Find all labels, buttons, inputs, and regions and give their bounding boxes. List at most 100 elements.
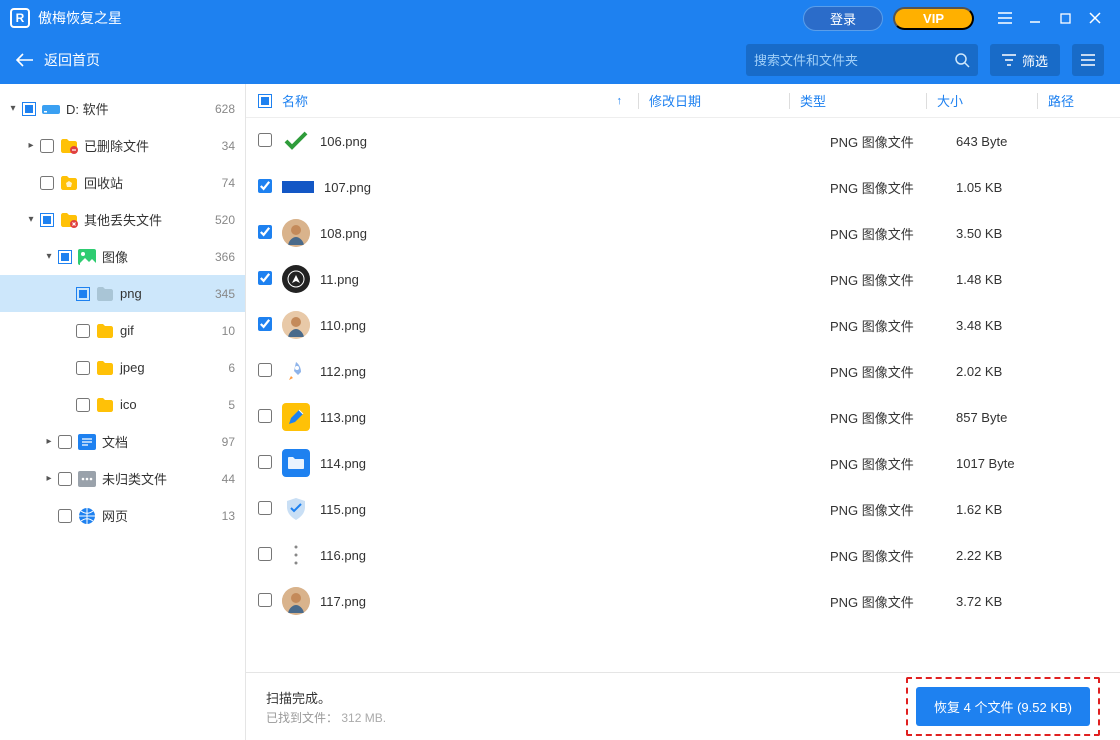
tree-checkbox[interactable] [76, 361, 90, 375]
column-size[interactable]: 大小 [937, 91, 1027, 110]
minimize-icon[interactable] [1020, 0, 1050, 36]
file-type: PNG 图像文件 [830, 178, 956, 197]
file-row[interactable]: 113.pngPNG 图像文件857 Byte [246, 394, 1120, 440]
file-checkbox[interactable] [258, 133, 272, 147]
tree-icon [78, 507, 96, 525]
hamburger-button[interactable] [1072, 44, 1104, 76]
filter-button[interactable]: 筛选 [990, 44, 1060, 76]
file-row[interactable]: 11.pngPNG 图像文件1.48 KB [246, 256, 1120, 302]
tree-icon [78, 433, 96, 451]
column-name[interactable]: 名称↑ [282, 91, 628, 110]
tree-checkbox[interactable] [40, 176, 54, 190]
file-thumb [282, 587, 310, 615]
file-row[interactable]: 114.pngPNG 图像文件1017 Byte [246, 440, 1120, 486]
file-thumb [282, 449, 310, 477]
search-box[interactable] [746, 44, 978, 76]
vip-button[interactable]: VIP [893, 7, 974, 30]
recover-button[interactable]: 恢复 4 个文件 (9.52 KB) [916, 687, 1090, 726]
expander-icon[interactable]: ▾ [6, 103, 20, 114]
file-size: 3.72 KB [956, 594, 1052, 609]
tree-row[interactable]: gif10 [0, 312, 245, 349]
tree-icon [96, 285, 114, 303]
file-name: 113.png [320, 410, 700, 425]
tree-checkbox[interactable] [58, 435, 72, 449]
close-icon[interactable] [1080, 0, 1110, 36]
tree-checkbox[interactable] [58, 472, 72, 486]
tree-checkbox[interactable] [76, 324, 90, 338]
file-thumb [282, 219, 310, 247]
file-row[interactable]: 116.pngPNG 图像文件2.22 KB [246, 532, 1120, 578]
tree-row[interactable]: ico5 [0, 386, 245, 423]
tree-checkbox[interactable] [40, 139, 54, 153]
file-row[interactable]: 106.pngPNG 图像文件643 Byte [246, 118, 1120, 164]
expander-icon[interactable]: ▸ [24, 140, 38, 151]
tree-row[interactable]: png345 [0, 275, 245, 312]
expander-icon[interactable]: ▸ [42, 473, 56, 484]
expander-icon[interactable]: ▾ [24, 214, 38, 225]
tree-row[interactable]: 回收站74 [0, 164, 245, 201]
tree-row[interactable]: jpeg6 [0, 349, 245, 386]
file-checkbox[interactable] [258, 455, 272, 469]
file-name: 110.png [320, 318, 700, 333]
file-checkbox[interactable] [258, 593, 272, 607]
file-row[interactable]: 112.pngPNG 图像文件2.02 KB [246, 348, 1120, 394]
tree-label: 回收站 [84, 173, 222, 192]
file-checkbox[interactable] [258, 501, 272, 515]
file-row[interactable]: 110.pngPNG 图像文件3.48 KB [246, 302, 1120, 348]
tree-count: 44 [222, 472, 235, 486]
column-type[interactable]: 类型 [800, 91, 916, 110]
file-row[interactable]: 108.pngPNG 图像文件3.50 KB [246, 210, 1120, 256]
column-path[interactable]: 路径 [1048, 91, 1108, 110]
tree-row[interactable]: 网页13 [0, 497, 245, 534]
back-button[interactable]: 返回首页 [16, 50, 100, 70]
tree-icon [96, 322, 114, 340]
file-checkbox[interactable] [258, 271, 272, 285]
file-checkbox[interactable] [258, 363, 272, 377]
file-type: PNG 图像文件 [830, 500, 956, 519]
login-button[interactable]: 登录 [803, 6, 883, 31]
tree-checkbox[interactable] [22, 102, 36, 116]
tree-checkbox[interactable] [58, 509, 72, 523]
tree-icon [60, 174, 78, 192]
tree-row[interactable]: ▾图像366 [0, 238, 245, 275]
tree-row[interactable]: ▾D: 软件628 [0, 90, 245, 127]
select-all-checkbox[interactable] [258, 94, 272, 108]
file-list[interactable]: 106.pngPNG 图像文件643 Byte107.pngPNG 图像文件1.… [246, 118, 1120, 672]
file-thumb [282, 181, 314, 193]
column-date[interactable]: 修改日期 [649, 91, 779, 110]
file-checkbox[interactable] [258, 225, 272, 239]
tree-checkbox[interactable] [58, 250, 72, 264]
tree-label: 未归类文件 [102, 469, 222, 488]
found-label: 已找到文件： [266, 711, 338, 725]
maximize-icon[interactable] [1050, 0, 1080, 36]
file-name: 115.png [320, 502, 700, 517]
tree-row[interactable]: ▸文档97 [0, 423, 245, 460]
tree-count: 5 [228, 398, 235, 412]
tree-icon [78, 470, 96, 488]
file-checkbox[interactable] [258, 547, 272, 561]
file-checkbox[interactable] [258, 317, 272, 331]
file-size: 3.48 KB [956, 318, 1052, 333]
tree-row[interactable]: ▸ 未归类文件44 [0, 460, 245, 497]
tree-checkbox[interactable] [76, 287, 90, 301]
file-row[interactable]: 115.pngPNG 图像文件1.62 KB [246, 486, 1120, 532]
file-type: PNG 图像文件 [830, 132, 956, 151]
file-checkbox[interactable] [258, 409, 272, 423]
sidebar-tree[interactable]: ▾D: 软件628▸已删除文件34回收站74▾其他丢失文件520▾图像366pn… [0, 84, 246, 740]
expander-icon[interactable]: ▸ [42, 436, 56, 447]
file-checkbox[interactable] [258, 179, 272, 193]
tree-row[interactable]: ▾其他丢失文件520 [0, 201, 245, 238]
file-name: 11.png [320, 272, 700, 287]
tree-checkbox[interactable] [76, 398, 90, 412]
tree-row[interactable]: ▸已删除文件34 [0, 127, 245, 164]
expander-icon[interactable]: ▾ [42, 251, 56, 262]
file-row[interactable]: 107.pngPNG 图像文件1.05 KB [246, 164, 1120, 210]
tree-checkbox[interactable] [40, 213, 54, 227]
file-row[interactable]: 117.pngPNG 图像文件3.72 KB [246, 578, 1120, 624]
search-input[interactable] [754, 53, 955, 68]
tree-label: D: 软件 [66, 99, 215, 118]
search-icon[interactable] [955, 53, 970, 68]
file-name: 117.png [320, 594, 700, 609]
menu-icon[interactable] [990, 0, 1020, 36]
file-thumb [282, 541, 310, 569]
